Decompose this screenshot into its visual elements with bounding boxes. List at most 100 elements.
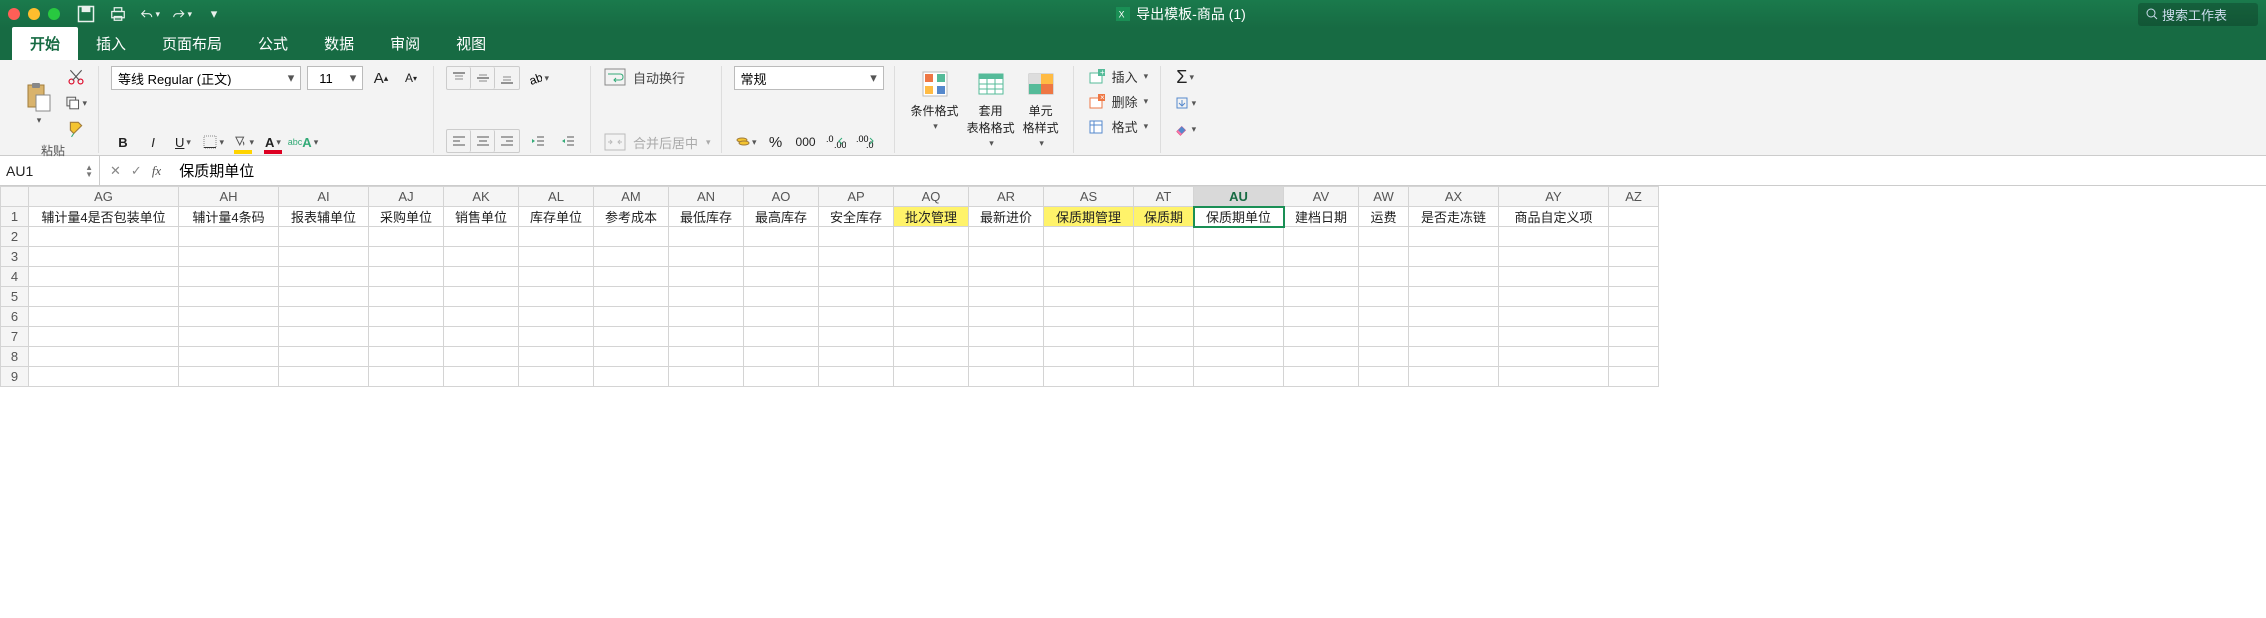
column-header[interactable]: AY [1499,187,1609,207]
cell[interactable] [1609,327,1659,347]
cell[interactable] [1134,227,1194,247]
paste-button[interactable]: ▾ [18,79,58,128]
qat-customize-icon[interactable]: ▾ [204,4,224,24]
cell[interactable] [1499,247,1609,267]
copy-button[interactable]: ▾ [64,92,88,114]
cell[interactable]: 保质期单位 [1194,207,1284,227]
cell[interactable] [369,307,444,327]
cell[interactable] [369,327,444,347]
cell[interactable] [1499,367,1609,387]
cell[interactable] [444,367,519,387]
cell[interactable] [1609,247,1659,267]
cell[interactable] [279,287,369,307]
cell[interactable] [1134,347,1194,367]
cell[interactable] [969,307,1044,327]
percent-button[interactable]: % [764,131,788,153]
cell[interactable] [179,307,279,327]
name-box-stepper[interactable]: ▲▼ [85,164,93,178]
column-header[interactable]: AT [1134,187,1194,207]
cell[interactable] [669,287,744,307]
cell[interactable] [444,327,519,347]
redo-icon[interactable]: ▾ [172,4,192,24]
delete-cells-button[interactable]: × 删除▾ [1086,91,1151,112]
comma-button[interactable]: 000 [794,131,818,153]
font-name-input[interactable] [112,71,282,86]
column-header[interactable]: AZ [1609,187,1659,207]
column-header[interactable]: AX [1409,187,1499,207]
cell[interactable] [1359,247,1409,267]
cell[interactable] [594,327,669,347]
cell[interactable] [594,267,669,287]
align-top-button[interactable] [447,67,471,89]
cell[interactable] [594,367,669,387]
cell[interactable] [29,367,179,387]
chevron-down-icon[interactable]: ▾ [706,137,711,148]
column-header[interactable]: AM [594,187,669,207]
decrease-decimal-button[interactable]: .00.0 [854,131,878,153]
cell[interactable] [1194,327,1284,347]
cell[interactable] [444,347,519,367]
currency-button[interactable]: ▾ [734,131,758,153]
cell[interactable] [279,227,369,247]
minimize-window-button[interactable] [28,8,40,20]
cell[interactable] [744,367,819,387]
close-window-button[interactable] [8,8,20,20]
cell[interactable] [29,327,179,347]
column-header[interactable]: AH [179,187,279,207]
cell[interactable]: 参考成本 [594,207,669,227]
cancel-formula-button[interactable]: ✕ [110,163,121,179]
cell[interactable] [1609,267,1659,287]
select-all-corner[interactable] [1,187,29,207]
cell[interactable] [1044,347,1134,367]
cell[interactable] [894,227,969,247]
cell[interactable]: 保质期管理 [1044,207,1134,227]
cell[interactable] [1409,287,1499,307]
decrease-indent-button[interactable] [526,130,550,152]
row-header[interactable]: 3 [1,247,29,267]
cell[interactable] [369,367,444,387]
column-header[interactable]: AK [444,187,519,207]
cell[interactable] [969,247,1044,267]
column-header[interactable]: AS [1044,187,1134,207]
cell[interactable] [1359,307,1409,327]
cell[interactable] [894,307,969,327]
cell[interactable]: 辅计量4条码 [179,207,279,227]
cell[interactable] [179,287,279,307]
cell[interactable] [29,247,179,267]
cell[interactable] [1359,227,1409,247]
cell[interactable] [894,267,969,287]
bold-button[interactable]: B [111,131,135,153]
cell[interactable]: 采购单位 [369,207,444,227]
increase-font-button[interactable]: A▴ [369,67,393,89]
format-as-table-button[interactable]: 套用 表格格式 ▾ [963,66,1019,151]
cell[interactable] [1499,307,1609,327]
cell[interactable] [669,247,744,267]
cell[interactable] [1134,327,1194,347]
column-header[interactable]: AL [519,187,594,207]
cell[interactable]: 销售单位 [444,207,519,227]
chevron-down-icon[interactable]: ▾ [865,70,883,86]
cell[interactable] [444,227,519,247]
cell[interactable] [1409,327,1499,347]
cell[interactable]: 安全库存 [819,207,894,227]
cell[interactable] [1044,287,1134,307]
number-format-input[interactable] [735,71,865,86]
cell[interactable] [969,287,1044,307]
align-right-button[interactable] [495,130,519,152]
align-left-button[interactable] [447,130,471,152]
cell[interactable] [744,307,819,327]
cell[interactable] [519,287,594,307]
cell[interactable]: 运费 [1359,207,1409,227]
underline-button[interactable]: U▾ [171,131,195,153]
cell[interactable] [969,327,1044,347]
cell[interactable] [1609,227,1659,247]
cell[interactable] [369,247,444,267]
font-size-combo[interactable]: ▾ [307,66,363,90]
cell[interactable] [1359,367,1409,387]
cell[interactable] [369,287,444,307]
format-painter-button[interactable] [64,118,88,140]
cell[interactable] [519,247,594,267]
conditional-formatting-button[interactable]: 条件格式 ▾ [907,66,963,134]
cell[interactable] [969,347,1044,367]
cell[interactable] [894,327,969,347]
